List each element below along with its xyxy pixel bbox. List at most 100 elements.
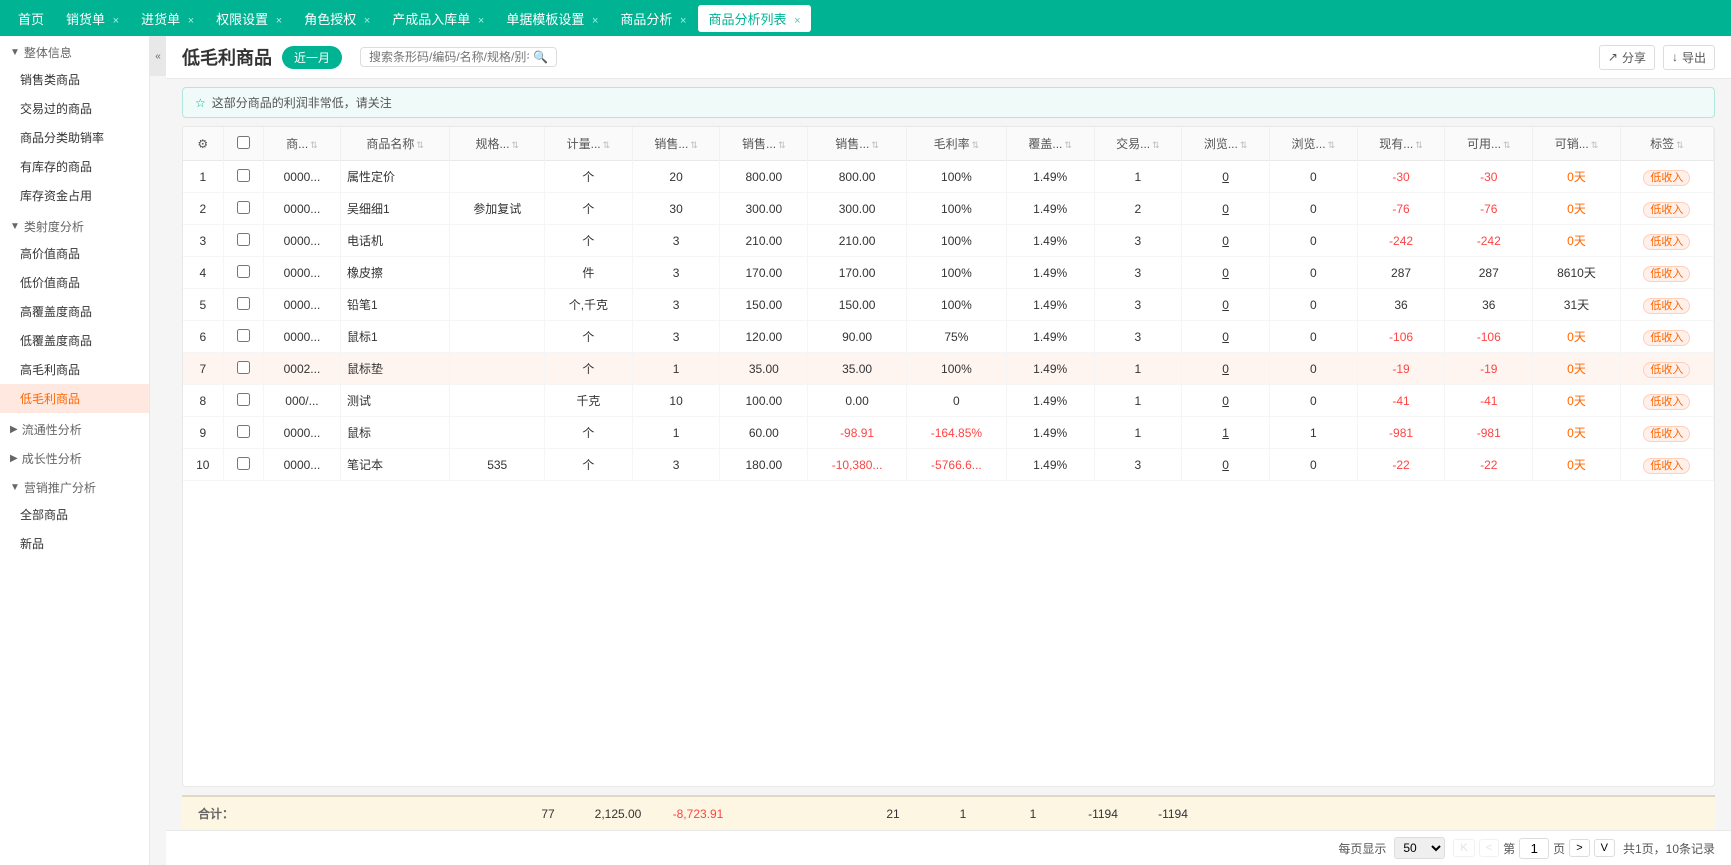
cell-view1[interactable]: 0 [1182, 225, 1270, 257]
close-permissions-icon[interactable]: × [276, 15, 282, 27]
share-button[interactable]: ↗ 分享 [1599, 45, 1655, 70]
filter-recent-month[interactable]: 近一月 [282, 46, 342, 69]
col-sales-count[interactable]: 销售...⇅ [632, 127, 720, 161]
cell-checkbox[interactable] [223, 353, 263, 385]
col-available[interactable]: 可用...⇅ [1445, 127, 1533, 161]
close-product-entry-icon[interactable]: × [478, 15, 484, 27]
sidebar-item-new-goods[interactable]: 新品 [0, 529, 149, 558]
view1-link[interactable]: 0 [1222, 330, 1229, 344]
view1-link[interactable]: 0 [1222, 394, 1229, 408]
sidebar-item-high-value[interactable]: 高价值商品 [0, 239, 149, 268]
cell-checkbox[interactable] [223, 321, 263, 353]
col-name[interactable]: 商品名称⇅ [340, 127, 449, 161]
col-coverage[interactable]: 覆盖...⇅ [1006, 127, 1094, 161]
col-view2[interactable]: 浏览...⇅ [1269, 127, 1357, 161]
cell-view1[interactable]: 0 [1182, 353, 1270, 385]
col-tag[interactable]: 标签⇅ [1620, 127, 1713, 161]
search-input[interactable] [369, 50, 529, 64]
row-checkbox[interactable] [237, 201, 250, 214]
close-purchase-icon[interactable]: × [188, 15, 194, 27]
nav-permissions[interactable]: 权限设置 × [206, 5, 292, 32]
page-input[interactable] [1519, 838, 1549, 859]
cell-view1[interactable]: 0 [1182, 449, 1270, 481]
page-next-btn[interactable]: > [1569, 839, 1589, 857]
col-spec[interactable]: 规格...⇅ [450, 127, 545, 161]
view1-link[interactable]: 0 [1222, 170, 1229, 184]
col-sales-profit[interactable]: 销售...⇅ [808, 127, 907, 161]
page-last-btn[interactable]: V [1594, 839, 1615, 857]
cell-checkbox[interactable] [223, 161, 263, 193]
sidebar-group-category[interactable]: ▼ 类射度分析 [0, 210, 149, 239]
sidebar-item-in-stock[interactable]: 有库存的商品 [0, 152, 149, 181]
row-checkbox[interactable] [237, 425, 250, 438]
cell-checkbox[interactable] [223, 449, 263, 481]
per-page-select[interactable]: 50 20 100 [1394, 837, 1445, 859]
cell-checkbox[interactable] [223, 289, 263, 321]
sidebar-item-low-value[interactable]: 低价值商品 [0, 268, 149, 297]
sidebar-item-high-profit[interactable]: 高毛利商品 [0, 355, 149, 384]
sidebar-group-overall[interactable]: ▼ 整体信息 [0, 36, 149, 65]
sidebar-item-category-rate[interactable]: 商品分类助销率 [0, 123, 149, 152]
col-code[interactable]: 商...⇅ [263, 127, 340, 161]
col-settings[interactable]: ⚙ [183, 127, 223, 161]
cell-view1[interactable]: 0 [1182, 289, 1270, 321]
cell-checkbox[interactable] [223, 225, 263, 257]
search-icon[interactable]: 🔍 [533, 50, 548, 64]
nav-roles[interactable]: 角色授权 × [294, 5, 380, 32]
cell-view1[interactable]: 0 [1182, 161, 1270, 193]
view1-link[interactable]: 0 [1222, 458, 1229, 472]
select-all-checkbox[interactable] [237, 136, 250, 149]
sidebar-item-capital[interactable]: 库存资金占用 [0, 181, 149, 210]
view1-link[interactable]: 0 [1222, 234, 1229, 248]
row-checkbox[interactable] [237, 169, 250, 182]
row-checkbox[interactable] [237, 233, 250, 246]
sidebar-collapse-btn[interactable]: « [150, 36, 166, 76]
col-checkbox-all[interactable] [223, 127, 263, 161]
cell-view1[interactable]: 0 [1182, 385, 1270, 417]
col-saleable[interactable]: 可销...⇅ [1533, 127, 1621, 161]
row-checkbox[interactable] [237, 361, 250, 374]
sidebar-group-growth[interactable]: ▶ 成长性分析 [0, 442, 149, 471]
page-prev-btn[interactable]: K [1453, 839, 1474, 857]
cell-view1[interactable]: 0 [1182, 321, 1270, 353]
view1-link[interactable]: 0 [1222, 362, 1229, 376]
sidebar-group-marketing[interactable]: ▼ 营销推广分析 [0, 471, 149, 500]
close-product-analysis-list-icon[interactable]: × [794, 15, 800, 27]
sidebar-item-all-goods[interactable]: 全部商品 [0, 500, 149, 529]
nav-purchase[interactable]: 进货单 × [131, 5, 204, 32]
cell-checkbox[interactable] [223, 193, 263, 225]
close-product-analysis-icon[interactable]: × [680, 15, 686, 27]
nav-sales[interactable]: 销货单 × [56, 5, 129, 32]
nav-product-entry[interactable]: 产成品入库单 × [382, 5, 494, 32]
close-roles-icon[interactable]: × [364, 15, 370, 27]
sidebar-group-liquidity[interactable]: ▶ 流通性分析 [0, 413, 149, 442]
col-transaction[interactable]: 交易...⇅ [1094, 127, 1182, 161]
cell-view1[interactable]: 0 [1182, 193, 1270, 225]
sidebar-item-low-coverage[interactable]: 低覆盖度商品 [0, 326, 149, 355]
nav-product-analysis-list[interactable]: 商品分析列表 × [698, 5, 810, 32]
row-checkbox[interactable] [237, 393, 250, 406]
col-unit[interactable]: 计量...⇅ [545, 127, 633, 161]
sidebar-item-low-profit[interactable]: 低毛利商品 [0, 384, 149, 413]
sidebar-item-sales-goods[interactable]: 销售类商品 [0, 65, 149, 94]
row-checkbox[interactable] [237, 265, 250, 278]
cell-view1[interactable]: 0 [1182, 257, 1270, 289]
page-prev2-btn[interactable]: < [1479, 839, 1499, 857]
nav-product-analysis[interactable]: 商品分析 × [610, 5, 696, 32]
view1-link[interactable]: 0 [1222, 202, 1229, 216]
cell-checkbox[interactable] [223, 417, 263, 449]
sidebar-item-traded-goods[interactable]: 交易过的商品 [0, 94, 149, 123]
close-template-icon[interactable]: × [592, 15, 598, 27]
col-view1[interactable]: 浏览...⇅ [1182, 127, 1270, 161]
col-current-stock[interactable]: 现有...⇅ [1357, 127, 1445, 161]
sidebar-item-high-coverage[interactable]: 高覆盖度商品 [0, 297, 149, 326]
row-checkbox[interactable] [237, 457, 250, 470]
nav-home[interactable]: 首页 [8, 5, 54, 32]
col-gross-margin[interactable]: 毛利率⇅ [906, 127, 1006, 161]
view1-link[interactable]: 0 [1222, 266, 1229, 280]
export-button[interactable]: ↓ 导出 [1663, 45, 1715, 70]
nav-template[interactable]: 单据模板设置 × [496, 5, 608, 32]
col-sales-amount[interactable]: 销售...⇅ [720, 127, 808, 161]
cell-checkbox[interactable] [223, 385, 263, 417]
row-checkbox[interactable] [237, 297, 250, 310]
